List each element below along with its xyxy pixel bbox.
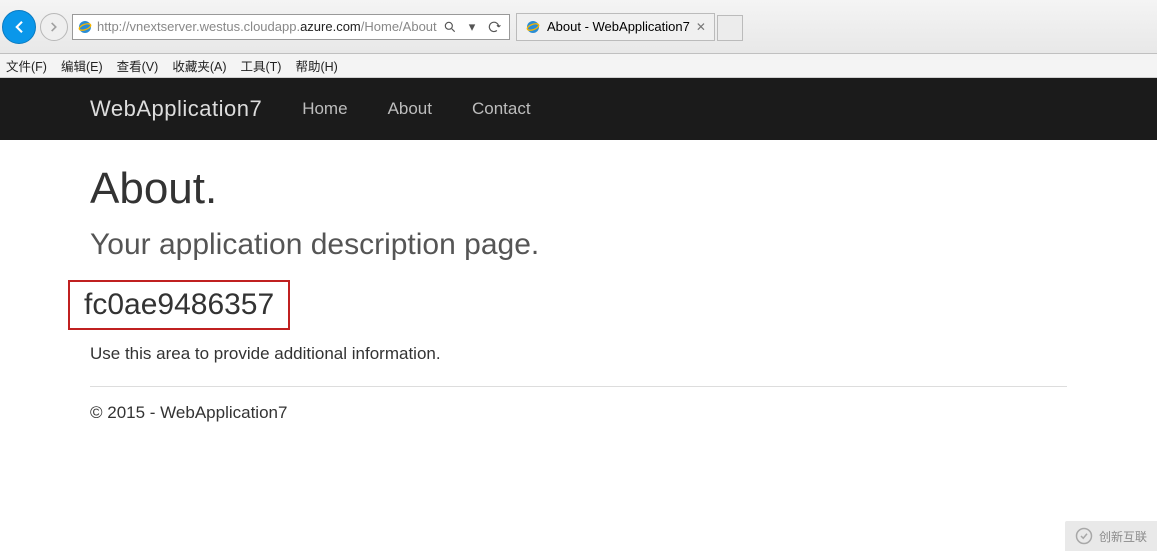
search-icon[interactable] <box>439 20 461 34</box>
url-section: http://vnextserver.westus.cloudapp.azure… <box>72 13 743 41</box>
forward-button[interactable] <box>40 13 68 41</box>
ie-menu-bar: 文件(F) 编辑(E) 查看(V) 收藏夹(A) 工具(T) 帮助(H) <box>0 54 1157 78</box>
watermark-icon <box>1075 527 1093 545</box>
url-domain: azure.com <box>300 19 361 34</box>
url-text: http://vnextserver.westus.cloudapp.azure… <box>97 19 439 34</box>
watermark-text: 创新互联 <box>1099 528 1147 545</box>
url-dropdown-icon[interactable]: ▾ <box>461 19 483 35</box>
arrow-left-icon <box>10 18 28 36</box>
nav-home[interactable]: Home <box>302 99 347 119</box>
brand[interactable]: WebApplication7 <box>90 96 262 122</box>
arrow-right-icon <box>47 20 61 34</box>
tab-title: About - WebApplication7 <box>547 19 690 34</box>
page-subheading: Your application description page. <box>90 228 1067 262</box>
page-heading: About. <box>90 164 1067 214</box>
menu-tools[interactable]: 工具(T) <box>240 56 281 75</box>
ie-icon <box>77 19 93 35</box>
nav-about[interactable]: About <box>388 99 432 119</box>
divider <box>90 386 1067 387</box>
highlighted-hostname: fc0ae9486357 <box>68 280 290 330</box>
page-footer: © 2015 - WebApplication7 <box>90 403 1067 423</box>
nav-contact[interactable]: Contact <box>472 99 531 119</box>
page-content: About. Your application description page… <box>0 140 1157 423</box>
back-button[interactable] <box>2 10 36 44</box>
new-tab-button[interactable] <box>717 15 743 41</box>
page-body: Use this area to provide additional info… <box>90 344 1067 364</box>
ie-icon <box>525 19 541 35</box>
url-post: /Home/About <box>361 19 437 34</box>
menu-view[interactable]: 查看(V) <box>117 56 159 75</box>
tab-close-icon[interactable]: ✕ <box>696 20 706 34</box>
menu-favorites[interactable]: 收藏夹(A) <box>172 56 226 75</box>
menu-help[interactable]: 帮助(H) <box>295 56 337 75</box>
menu-edit[interactable]: 编辑(E) <box>61 56 103 75</box>
refresh-icon[interactable] <box>483 20 505 34</box>
watermark: 创新互联 <box>1065 521 1157 551</box>
browser-toolbar: http://vnextserver.westus.cloudapp.azure… <box>0 0 1157 54</box>
menu-file[interactable]: 文件(F) <box>6 56 47 75</box>
url-pre: http://vnextserver.westus.cloudapp. <box>97 19 300 34</box>
browser-tab[interactable]: About - WebApplication7 ✕ <box>516 13 715 41</box>
nav-buttons <box>2 10 68 44</box>
tab-bar: About - WebApplication7 ✕ <box>516 13 743 41</box>
address-bar[interactable]: http://vnextserver.westus.cloudapp.azure… <box>72 14 510 40</box>
app-navbar: WebApplication7 Home About Contact <box>0 78 1157 140</box>
